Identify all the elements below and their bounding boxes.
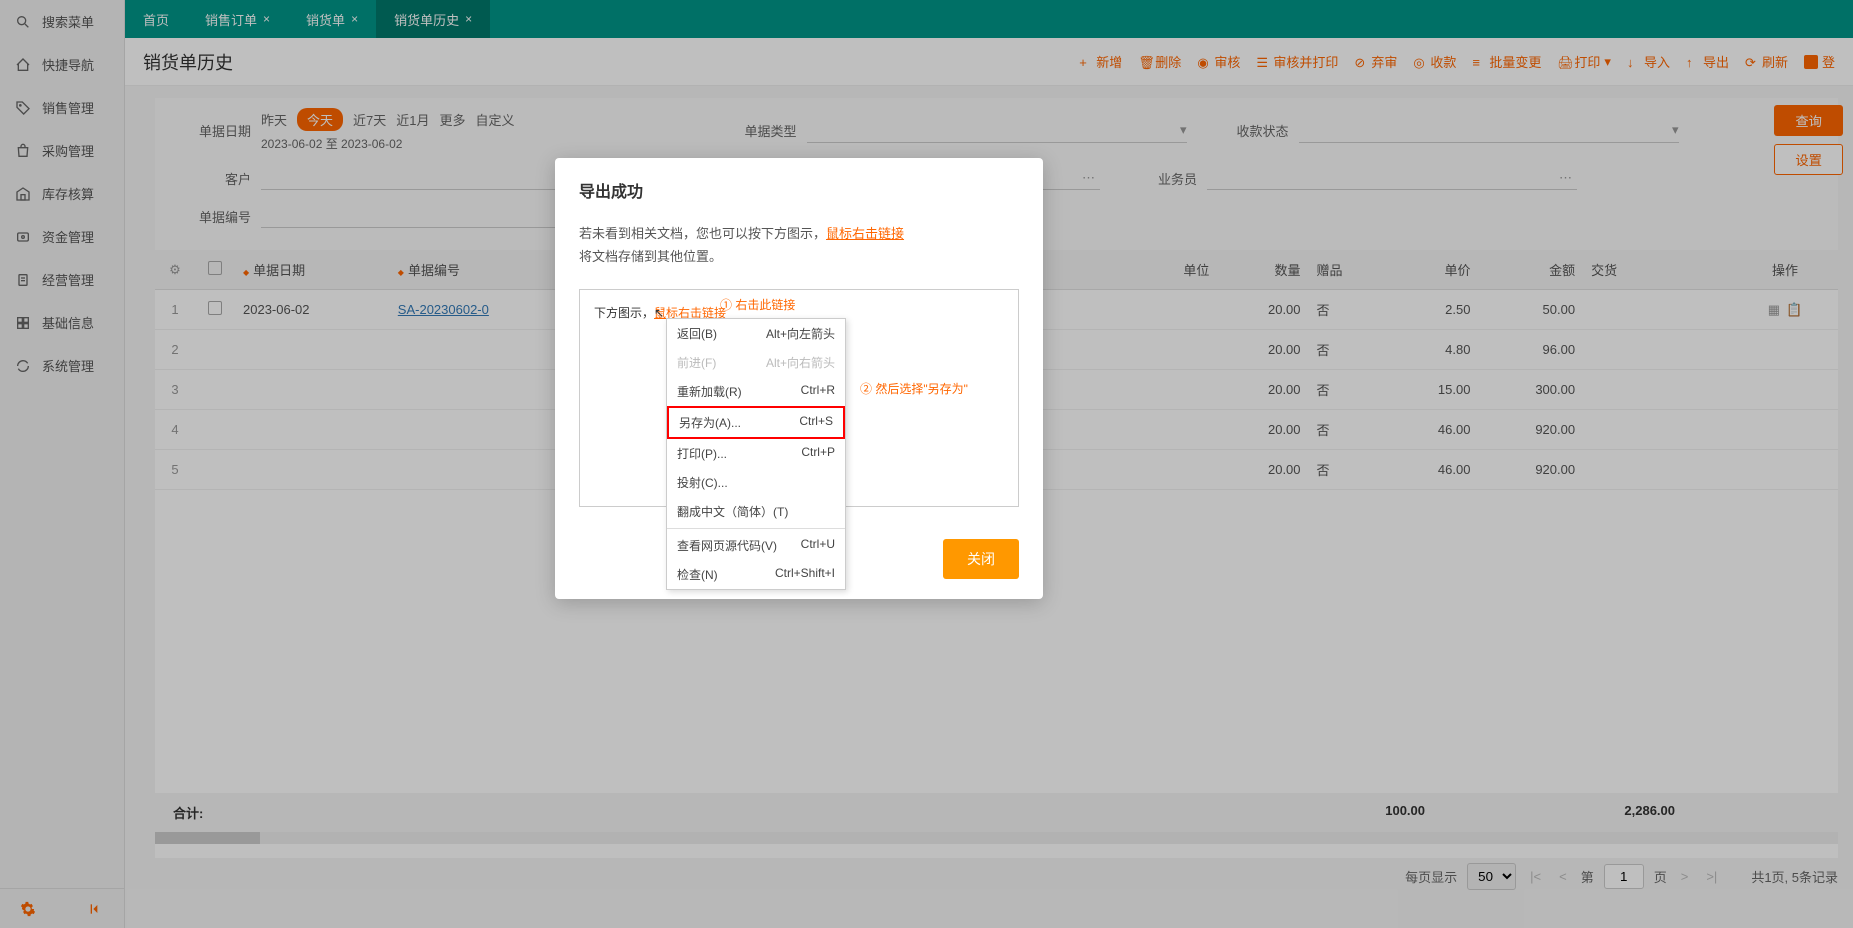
- context-menu-item: 返回(B)Alt+向左箭头: [667, 319, 845, 348]
- modal-body: 若未看到相关文档，您也可以按下方图示，鼠标右击链接 将文档存储到其他位置。 下方…: [555, 212, 1043, 527]
- context-menu-item: 查看网页源代码(V)Ctrl+U: [667, 531, 845, 560]
- context-menu-item: 投射(C)...: [667, 468, 845, 497]
- export-success-modal: 导出成功 若未看到相关文档，您也可以按下方图示，鼠标右击链接 将文档存储到其他位…: [555, 158, 1043, 599]
- modal-header: 导出成功: [555, 158, 1043, 212]
- anno-2: ② 然后选择"另存为": [860, 380, 968, 397]
- demo-box: 下方图示，鼠标右击链接 ↖ ① 右击此链接 返回(B)Alt+向左箭头前进(F)…: [579, 289, 1019, 507]
- modal-text: 若未看到相关文档，您也可以按下方图示，鼠标右击链接 将文档存储到其他位置。: [579, 222, 1019, 269]
- demo-context-menu: 返回(B)Alt+向左箭头前进(F)Alt+向右箭头重新加载(R)Ctrl+R另…: [666, 318, 846, 590]
- context-menu-item: 检查(N)Ctrl+Shift+I: [667, 560, 845, 589]
- cursor-icon: ↖: [654, 306, 664, 320]
- context-menu-item: 前进(F)Alt+向右箭头: [667, 348, 845, 377]
- context-menu-item: 另存为(A)...Ctrl+S: [667, 406, 845, 439]
- context-menu-item: 打印(P)...Ctrl+P: [667, 439, 845, 468]
- right-click-link[interactable]: 鼠标右击链接: [826, 226, 904, 241]
- context-menu-item: 翻成中文（简体）(T): [667, 497, 845, 526]
- close-button[interactable]: 关闭: [943, 539, 1019, 579]
- context-menu-item: 重新加载(R)Ctrl+R: [667, 377, 845, 406]
- modal-title: 导出成功: [579, 178, 1019, 202]
- anno-1: ① 右击此链接: [720, 296, 795, 313]
